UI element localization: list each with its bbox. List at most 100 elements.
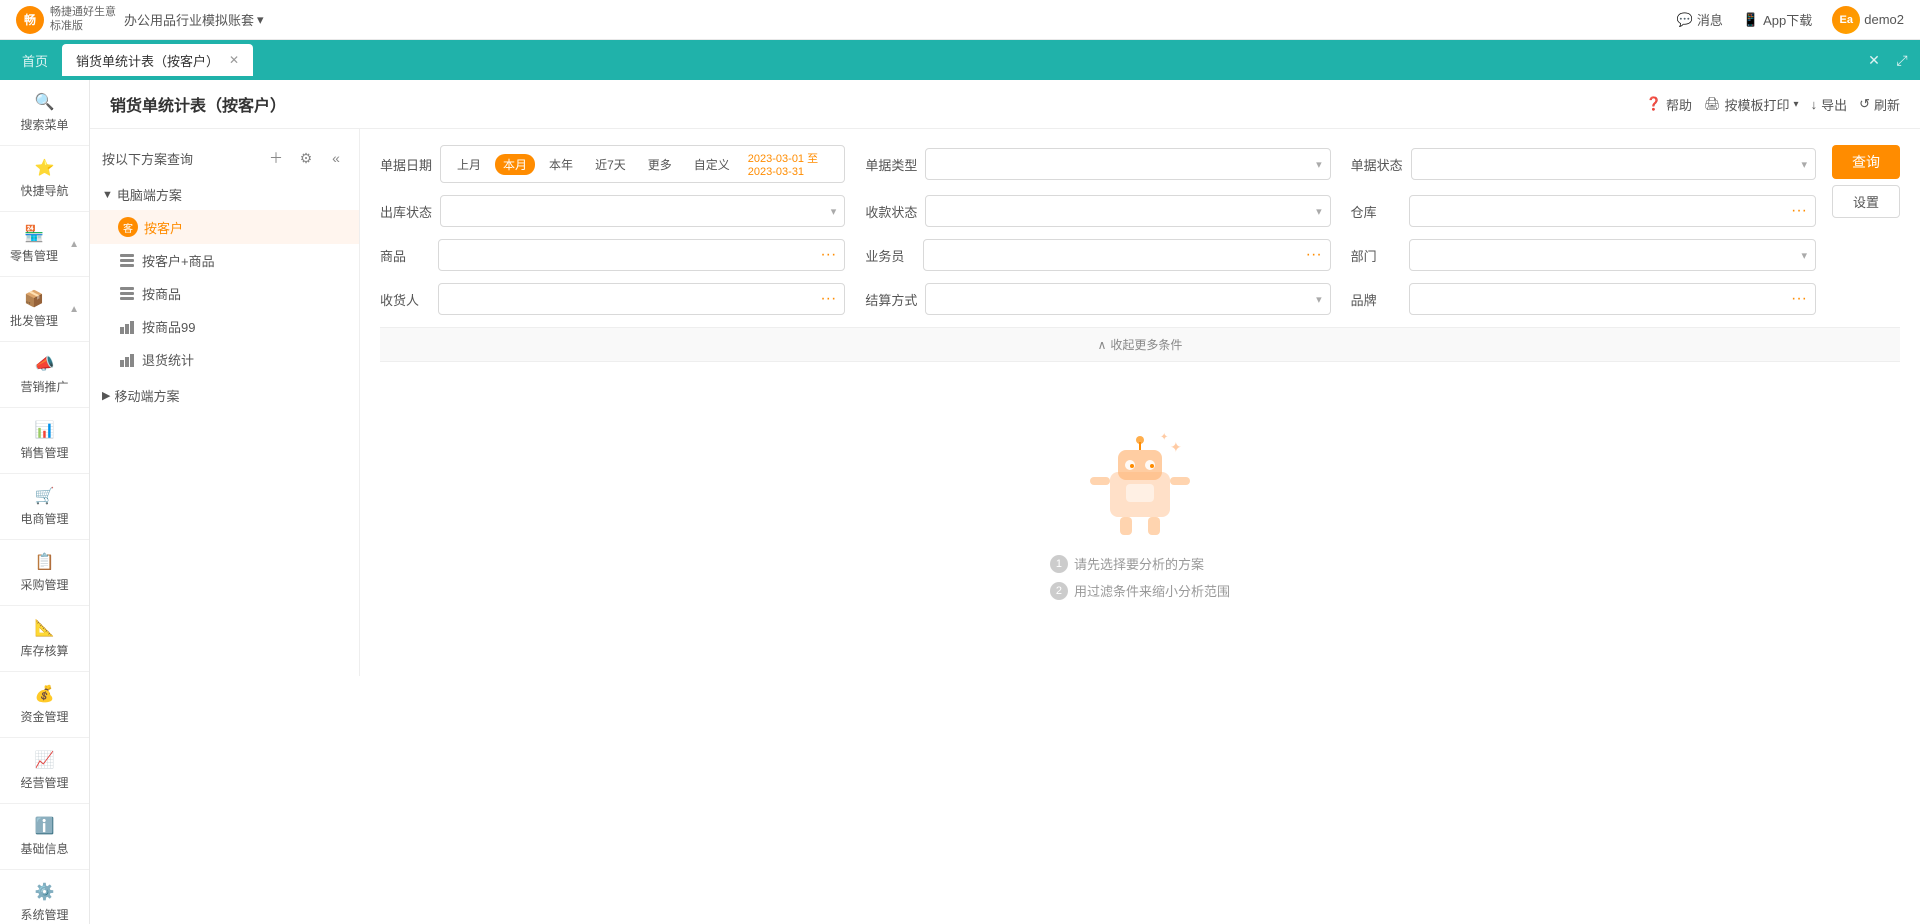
collapse-panel-btn[interactable]: « [325, 147, 347, 169]
header-left: 畅 畅捷通好生意 标准版 办公用品行业模拟账套 ▾ [16, 6, 264, 34]
empty-illustration: ✦ ✦ [1080, 422, 1200, 542]
date-btn-more[interactable]: 更多 [640, 154, 680, 175]
top-header: 畅 畅捷通好生意 标准版 办公用品行业模拟账套 ▾ 💬 消息 📱 App下载 E… [0, 0, 1920, 40]
tree-child-by-customer-product[interactable]: 按客户+商品 [90, 244, 359, 277]
query-button[interactable]: 查询 [1832, 145, 1900, 179]
page-container: 销货单统计表（按客户） ❓ 帮助 🖨 按模板打印 ▾ ↓ 导出 [90, 80, 1920, 924]
delivery-control[interactable]: ▾ [440, 195, 845, 227]
sidebar-item-finance-mgmt[interactable]: 💰 资金管理 [0, 672, 89, 738]
pc-scheme-parent[interactable]: ▼ 电脑端方案 [90, 179, 359, 210]
window-maximize-btn[interactable]: ⤢ [1892, 50, 1912, 70]
sidebar-item-system-mgmt[interactable]: ⚙️ 系统管理 [0, 870, 89, 924]
sidebar-item-wholesale-mgmt[interactable]: 📦 批发管理 ▲ [0, 277, 89, 342]
add-scheme-btn[interactable]: ＋ [265, 147, 287, 169]
warehouse-dots[interactable]: ··· [1791, 202, 1807, 220]
salesperson-label: 业务员 [865, 246, 915, 265]
doc-type-control[interactable]: ▾ [925, 148, 1330, 180]
tree-child-by-customer[interactable]: 客 按客户 [90, 210, 359, 244]
sales-mgmt-icon: 📊 [35, 420, 55, 440]
sidebar-item-search-menu[interactable]: 🔍 搜索菜单 [0, 80, 89, 146]
sidebar-item-purchase-mgmt[interactable]: 📋 采购管理 [0, 540, 89, 606]
scheme-settings-btn[interactable]: ⚙ [295, 147, 317, 169]
logo-area: 畅 畅捷通好生意 标准版 [16, 6, 116, 34]
brand-control[interactable]: ··· [1409, 283, 1816, 315]
sidebar-item-retail-mgmt[interactable]: 🏪 零售管理 ▲ [0, 212, 89, 277]
step-1-num: 1 [1050, 555, 1068, 573]
refresh-btn[interactable]: ↺ 刷新 [1859, 95, 1900, 114]
tree-child-by-product[interactable]: 按商品 [90, 277, 359, 310]
brand-dots[interactable]: ··· [1791, 290, 1807, 308]
sidebar-item-quick-nav[interactable]: ⭐ 快捷导航 [0, 146, 89, 212]
date-btn-last-month[interactable]: 上月 [449, 154, 489, 175]
settlement-control[interactable]: ▾ [925, 283, 1330, 315]
date-btn-7days[interactable]: 近7天 [587, 154, 634, 175]
panel-header-actions: ＋ ⚙ « [265, 147, 347, 169]
sidebar-item-inventory-check[interactable]: 📐 库存核算 [0, 606, 89, 672]
sidebar-item-marketing[interactable]: 📣 营销推广 [0, 342, 89, 408]
expand-icon: ▲ [69, 239, 79, 250]
sidebar-item-ops-mgmt[interactable]: 📈 经营管理 [0, 738, 89, 804]
tab-close-icon[interactable]: ✕ [229, 53, 239, 67]
mobile-expand-icon: ▶ [102, 389, 110, 402]
receiver-control[interactable]: ··· [438, 283, 845, 315]
by-product-99-icon [118, 318, 136, 336]
main-content: 按以下方案查询 ＋ ⚙ « [90, 129, 1920, 676]
product-dots[interactable]: ··· [820, 246, 836, 264]
header-right: 💬 消息 📱 App下载 Ea demo2 [1677, 6, 1904, 34]
tab-bar-right: ✕ ⤢ [1864, 50, 1912, 70]
sidebar-item-ecommerce-mgmt[interactable]: 🛒 电商管理 [0, 474, 89, 540]
delivery-arrow-icon: ▾ [831, 205, 837, 218]
tree-child-by-product-99[interactable]: 按商品99 [90, 310, 359, 343]
salesperson-dots[interactable]: ··· [1306, 246, 1322, 264]
search-menu-icon: 🔍 [35, 92, 55, 112]
receiver-dots[interactable]: ··· [820, 290, 836, 308]
page-title: 销货单统计表（按客户） [110, 92, 286, 116]
empty-state-tips: 1 请先选择要分析的方案 2 用过滤条件来缩小分析范围 [1050, 554, 1230, 600]
empty-tip-2: 2 用过滤条件来缩小分析范围 [1050, 581, 1230, 600]
date-filter-control[interactable]: 上月 本月 本年 近7天 更多 自定义 2023-03-01 至 2023-03… [440, 145, 845, 183]
sidebar-item-sales-mgmt[interactable]: 📊 销售管理 [0, 408, 89, 474]
help-btn[interactable]: ❓ 帮助 [1646, 95, 1692, 114]
doc-type-filter-item: 单据类型 ▾ [865, 145, 1330, 183]
top-nav-suite[interactable]: 办公用品行业模拟账套 ▾ [124, 10, 264, 29]
ops-mgmt-icon: 📈 [35, 750, 55, 770]
svg-text:✦: ✦ [1170, 439, 1182, 455]
date-btn-custom[interactable]: 自定义 [686, 154, 738, 175]
tab-sales-stat[interactable]: 销货单统计表（按客户） ✕ [62, 44, 253, 76]
purchase-mgmt-icon: 📋 [35, 552, 55, 572]
payment-label: 收款状态 [865, 202, 917, 221]
user-profile[interactable]: Ea demo2 [1832, 6, 1904, 34]
collapse-more-btn[interactable]: ∧ 收起更多条件 [1098, 336, 1183, 353]
payment-filter-item: 收款状态 ▾ [865, 195, 1330, 227]
app-download-btn[interactable]: 📱 App下载 [1743, 10, 1812, 29]
mobile-scheme-parent[interactable]: ▶ 移动端方案 [90, 380, 359, 411]
collapse-up-icon: ∧ [1098, 338, 1107, 352]
download-icon: 📱 [1743, 12, 1759, 28]
export-btn[interactable]: ↓ 导出 [1811, 95, 1848, 114]
product-control[interactable]: ··· [438, 239, 845, 271]
tab-home[interactable]: 首页 [8, 44, 62, 76]
window-close-btn[interactable]: ✕ [1864, 50, 1884, 70]
department-control[interactable]: ▾ [1409, 239, 1816, 271]
department-label: 部门 [1351, 246, 1401, 265]
date-btn-this-month[interactable]: 本月 [495, 154, 535, 175]
doc-status-arrow-icon: ▾ [1801, 158, 1807, 171]
help-icon: ❓ [1646, 96, 1662, 112]
template-print-btn[interactable]: 🖨 按模板打印 ▾ [1704, 95, 1799, 114]
panel-header: 按以下方案查询 ＋ ⚙ « [90, 141, 359, 175]
inventory-check-icon: 📐 [35, 618, 55, 638]
tree-child-return-stat[interactable]: 退货统计 [90, 343, 359, 376]
collapse-left-icon: « [332, 150, 340, 166]
message-btn[interactable]: 💬 消息 [1677, 10, 1723, 29]
doc-status-control[interactable]: ▾ [1411, 148, 1816, 180]
delivery-label: 出库状态 [380, 202, 432, 221]
salesperson-control[interactable]: ··· [923, 239, 1330, 271]
payment-control[interactable]: ▾ [925, 195, 1330, 227]
svg-text:✦: ✦ [1160, 432, 1168, 443]
date-btn-this-year[interactable]: 本年 [541, 154, 581, 175]
settings-button[interactable]: 设置 [1832, 185, 1900, 218]
warehouse-control[interactable]: ··· [1409, 195, 1816, 227]
sidebar-item-basic-info[interactable]: ℹ️ 基础信息 [0, 804, 89, 870]
brand-label: 品牌 [1351, 290, 1401, 309]
wholesale-mgmt-icon: 📦 [24, 289, 44, 309]
